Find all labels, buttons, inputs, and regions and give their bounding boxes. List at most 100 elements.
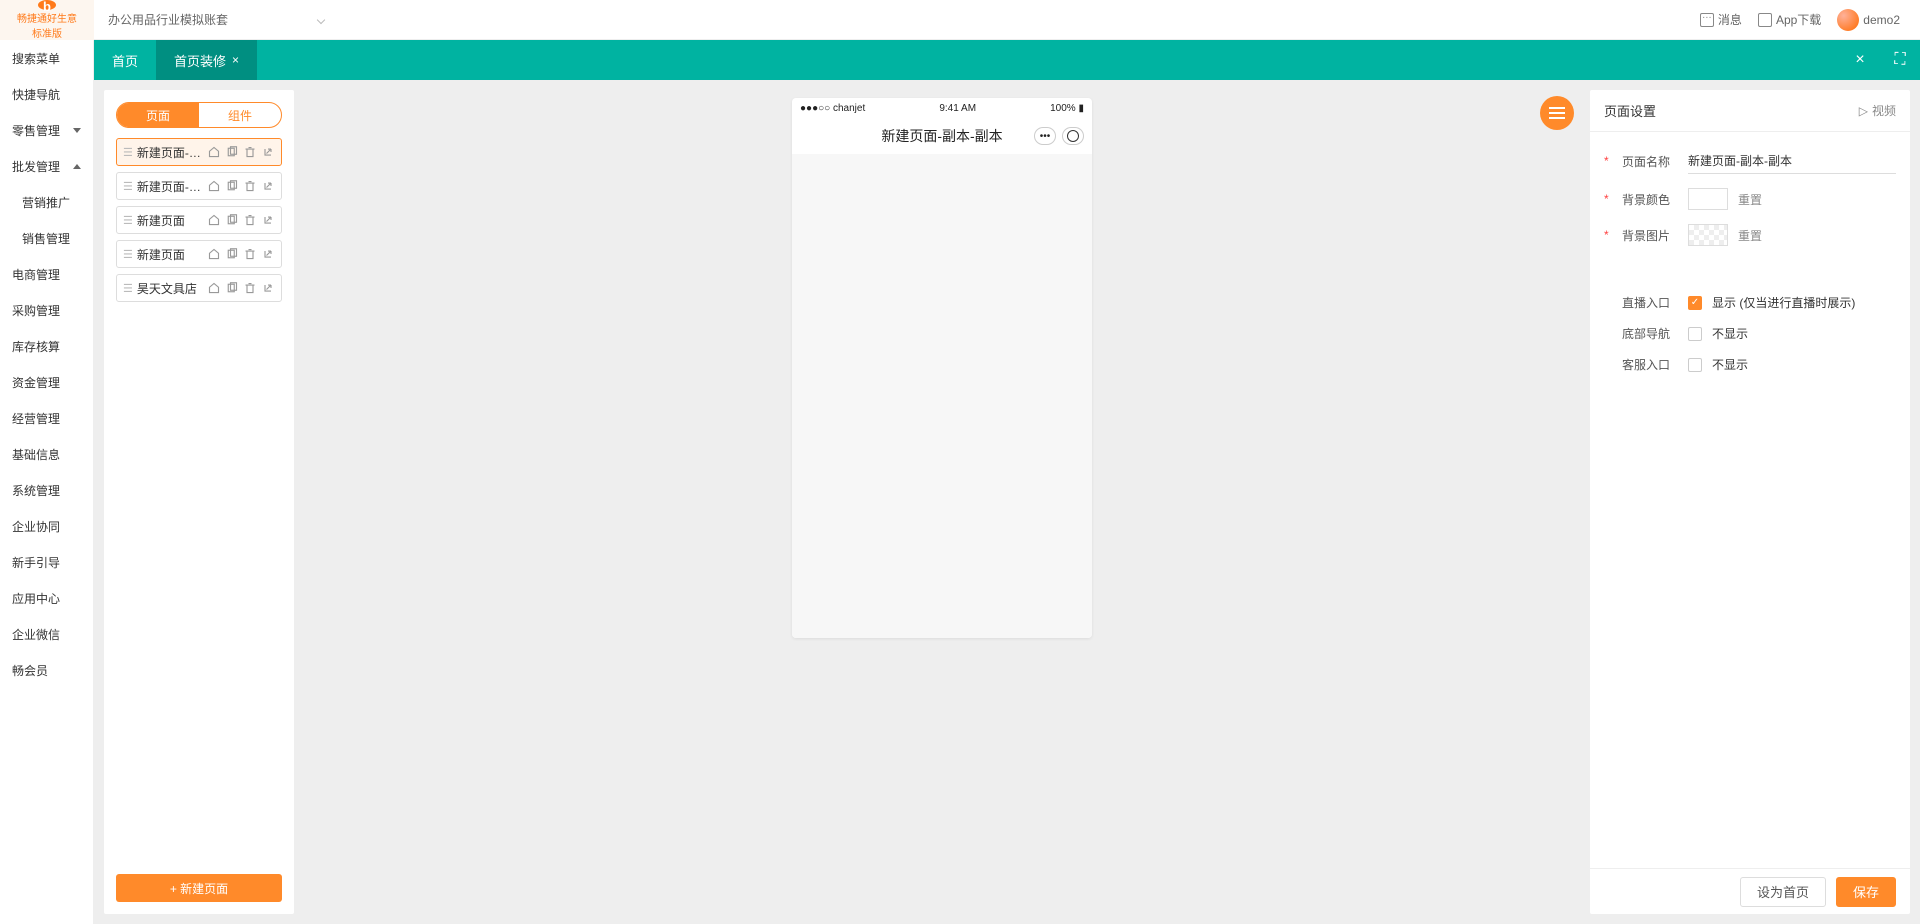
bgcolor-swatch[interactable] — [1688, 188, 1728, 210]
share-icon[interactable] — [261, 179, 275, 193]
option-bottomnav: 底部导航 不显示 — [1604, 325, 1896, 342]
home-icon[interactable] — [207, 247, 221, 261]
share-icon[interactable] — [261, 281, 275, 295]
nav-item[interactable]: 系统管理 — [0, 472, 93, 508]
nav-label: 批发管理 — [12, 158, 60, 175]
settings-footer: 设为首页 保存 — [1590, 868, 1910, 914]
save-button[interactable]: 保存 — [1836, 877, 1896, 907]
phone-battery: 100% — [1050, 103, 1076, 114]
phone-titlebar: 新建页面-副本-副本 ••• — [792, 118, 1092, 154]
nav-item[interactable]: 经营管理 — [0, 400, 93, 436]
drag-icon[interactable]: ☰ — [123, 248, 133, 261]
drag-icon[interactable]: ☰ — [123, 282, 133, 295]
copy-icon[interactable] — [225, 247, 239, 261]
bgcolor-reset[interactable]: 重置 — [1738, 191, 1762, 208]
page-row[interactable]: ☰新建页面 — [116, 240, 282, 268]
subtab-page[interactable]: 页面 — [117, 103, 199, 127]
nav-item[interactable]: 电商管理 — [0, 256, 93, 292]
option-service: 客服入口 不显示 — [1604, 356, 1896, 373]
copy-icon[interactable] — [225, 179, 239, 193]
bottomnav-checkbox[interactable] — [1688, 327, 1702, 341]
nav-item[interactable]: 销售管理 — [0, 220, 93, 256]
copy-icon[interactable] — [225, 145, 239, 159]
nav-item[interactable]: 畅会员 — [0, 652, 93, 688]
delete-icon[interactable] — [243, 281, 257, 295]
nav-label: 经营管理 — [12, 410, 60, 427]
tab-decoration[interactable]: 首页装修 × — [156, 40, 257, 80]
bgimg-swatch[interactable] — [1688, 224, 1728, 246]
nav-item[interactable]: 零售管理 — [0, 112, 93, 148]
nav-item[interactable]: 搜索菜单 — [0, 40, 93, 76]
page-name-label: 页面名称 — [1622, 153, 1678, 170]
bgimg-reset[interactable]: 重置 — [1738, 227, 1762, 244]
user-menu[interactable]: demo2 — [1837, 9, 1900, 31]
page-row[interactable]: ☰新建页面-副本-... — [116, 138, 282, 166]
nav-label: 新手引导 — [12, 554, 60, 571]
org-selector[interactable]: 办公用品行业模拟账套 — [108, 11, 324, 28]
nav-label: 企业协同 — [12, 518, 60, 535]
fullscreen-icon[interactable]: ⛶ — [1880, 40, 1920, 80]
field-page-name: * 页面名称 新建页面-副本-副本 — [1604, 148, 1896, 174]
page-row[interactable]: ☰新建页面 — [116, 206, 282, 234]
play-icon: ▷ — [1859, 104, 1868, 118]
delete-icon[interactable] — [243, 145, 257, 159]
drag-icon[interactable]: ☰ — [123, 214, 133, 227]
new-page-button[interactable]: + 新建页面 — [116, 874, 282, 902]
home-icon[interactable] — [207, 179, 221, 193]
nav-item[interactable]: 采购管理 — [0, 292, 93, 328]
more-icon[interactable]: ••• — [1034, 127, 1056, 145]
delete-icon[interactable] — [243, 213, 257, 227]
nav-item[interactable]: 资金管理 — [0, 364, 93, 400]
target-icon[interactable] — [1062, 127, 1084, 145]
home-icon[interactable] — [207, 145, 221, 159]
share-icon[interactable] — [261, 145, 275, 159]
page-name-input[interactable]: 新建页面-副本-副本 — [1688, 148, 1896, 174]
copy-icon[interactable] — [225, 213, 239, 227]
message-icon — [1700, 13, 1714, 27]
bottomnav-option-text: 不显示 — [1712, 325, 1748, 342]
messages-button[interactable]: 消息 — [1700, 11, 1742, 28]
tab-home[interactable]: 首页 — [94, 40, 156, 80]
nav-item[interactable]: 企业微信 — [0, 616, 93, 652]
nav-item[interactable]: 快捷导航 — [0, 76, 93, 112]
nav-label: 电商管理 — [12, 266, 60, 283]
bgimg-label: 背景图片 — [1622, 227, 1678, 244]
page-row[interactable]: ☰新建页面-副本 — [116, 172, 282, 200]
edition-text: 标准版 — [32, 25, 62, 40]
drawer-toggle[interactable] — [1540, 96, 1574, 130]
live-checkbox[interactable] — [1688, 296, 1702, 310]
subtab-component[interactable]: 组件 — [199, 103, 281, 127]
nav-item[interactable]: 营销推广 — [0, 184, 93, 220]
nav-item[interactable]: 库存核算 — [0, 328, 93, 364]
service-checkbox[interactable] — [1688, 358, 1702, 372]
phone-canvas[interactable] — [792, 154, 1092, 638]
preview-panel: ●●●○○ chanjet 9:41 AM 100% ▮ 新建页面-副本-副本 … — [304, 90, 1580, 914]
bottomnav-label: 底部导航 — [1622, 325, 1678, 342]
share-icon[interactable] — [261, 247, 275, 261]
nav-item[interactable]: 新手引导 — [0, 544, 93, 580]
option-live: 直播入口 显示 (仅当进行直播时展示) — [1604, 294, 1896, 311]
tab-close-all[interactable]: × — [1840, 40, 1880, 80]
messages-label: 消息 — [1718, 11, 1742, 28]
nav-item[interactable]: 批发管理 — [0, 148, 93, 184]
close-icon[interactable]: × — [232, 53, 239, 67]
home-icon[interactable] — [207, 213, 221, 227]
nav-label: 营销推广 — [22, 194, 70, 211]
drag-icon[interactable]: ☰ — [123, 146, 133, 159]
page-row[interactable]: ☰昊天文具店 — [116, 274, 282, 302]
copy-icon[interactable] — [225, 281, 239, 295]
video-help-button[interactable]: ▷ 视频 — [1859, 102, 1896, 119]
share-icon[interactable] — [261, 213, 275, 227]
nav-item[interactable]: 企业协同 — [0, 508, 93, 544]
logo[interactable]: 畅捷通好生意 标准版 — [0, 0, 94, 40]
delete-icon[interactable] — [243, 179, 257, 193]
nav-item[interactable]: 应用中心 — [0, 580, 93, 616]
app-download-button[interactable]: App下载 — [1758, 11, 1821, 28]
nav-item[interactable]: 基础信息 — [0, 436, 93, 472]
home-icon[interactable] — [207, 281, 221, 295]
field-bgimage: * 背景图片 重置 — [1604, 224, 1896, 246]
drag-icon[interactable]: ☰ — [123, 180, 133, 193]
set-home-button[interactable]: 设为首页 — [1740, 877, 1826, 907]
avatar-icon — [1837, 9, 1859, 31]
delete-icon[interactable] — [243, 247, 257, 261]
